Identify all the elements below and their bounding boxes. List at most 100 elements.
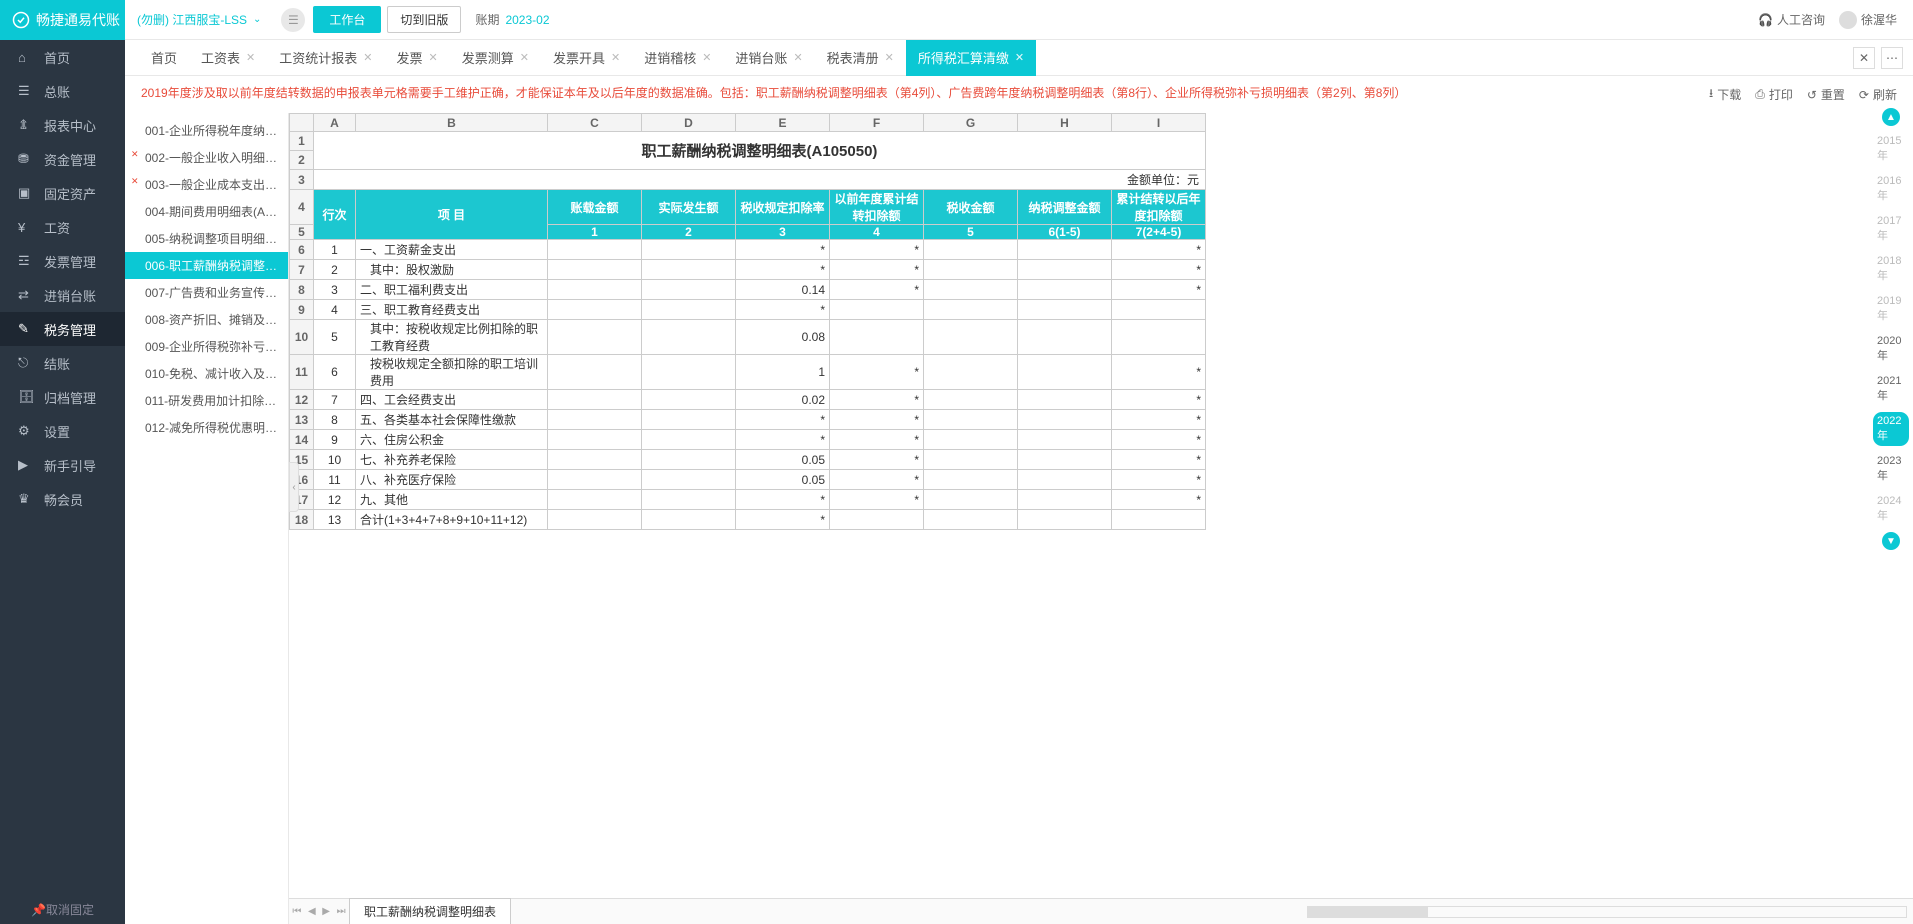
close-icon[interactable]: ✕ [702,51,711,64]
close-icon[interactable]: ✕ [885,51,894,64]
data-cell[interactable] [548,260,642,280]
year-2015年[interactable]: 2015年 [1873,132,1909,166]
org-selector[interactable]: (勿删) 江西服宝-LSS ⌄ [125,11,273,28]
data-cell[interactable] [548,410,642,430]
form-item-2[interactable]: 003-一般企业成本支出明细... [125,171,288,198]
data-cell[interactable] [924,280,1018,300]
item-cell[interactable]: 其中：股权激励 [356,260,548,280]
data-cell[interactable]: * [1112,470,1206,490]
year-2020年[interactable]: 2020年 [1873,332,1909,366]
data-cell[interactable] [924,430,1018,450]
data-cell[interactable]: * [736,430,830,450]
data-cell[interactable]: * [830,470,924,490]
data-cell[interactable] [924,510,1018,530]
tab-1[interactable]: 工资表✕ [189,40,267,76]
data-cell[interactable]: * [1112,280,1206,300]
item-cell[interactable]: 按税收规定全额扣除的职工培训费用 [356,355,548,390]
rank-cell[interactable]: 8 [314,410,356,430]
data-cell[interactable] [642,510,736,530]
item-cell[interactable]: 其中：按税收规定比例扣除的职工教育经费 [356,320,548,355]
data-cell[interactable]: * [1112,410,1206,430]
item-cell[interactable]: 九、其他 [356,490,548,510]
sidebar-item-4[interactable]: ▣固定资产 [0,176,125,210]
rank-cell[interactable]: 12 [314,490,356,510]
sidebar-item-13[interactable]: ♛畅会员 [0,482,125,516]
data-cell[interactable] [924,470,1018,490]
data-cell[interactable] [924,410,1018,430]
rank-cell[interactable]: 1 [314,240,356,260]
data-cell[interactable] [924,490,1018,510]
year-2024年[interactable]: 2024年 [1873,492,1909,526]
sidebar-item-8[interactable]: ✎税务管理 [0,312,125,346]
tab-2[interactable]: 工资统计报表✕ [267,40,384,76]
close-icon[interactable]: ✕ [429,51,438,64]
data-cell[interactable] [924,320,1018,355]
form-item-6[interactable]: 007-广告费和业务宣传费跨... [125,279,288,306]
tab-8[interactable]: 税表清册✕ [815,40,906,76]
data-cell[interactable] [548,320,642,355]
data-cell[interactable]: * [830,240,924,260]
sidebar-item-7[interactable]: ⇄进销台账 [0,278,125,312]
data-cell[interactable] [548,430,642,450]
data-cell[interactable]: * [1112,355,1206,390]
data-cell[interactable] [548,470,642,490]
data-cell[interactable] [1018,410,1112,430]
form-item-10[interactable]: 011-研发费用加计扣除优惠... [125,387,288,414]
data-cell[interactable] [1018,240,1112,260]
data-cell[interactable] [642,355,736,390]
data-cell[interactable]: 0.14 [736,280,830,300]
sidebar-item-12[interactable]: ▶新手引导 [0,448,125,482]
close-icon[interactable]: ✕ [246,51,255,64]
data-cell[interactable]: * [830,355,924,390]
year-down-icon[interactable]: ▼ [1882,532,1900,550]
data-cell[interactable] [1018,510,1112,530]
data-cell[interactable] [830,300,924,320]
data-cell[interactable]: * [1112,260,1206,280]
data-cell[interactable] [830,320,924,355]
year-2023年[interactable]: 2023年 [1873,452,1909,486]
tab-3[interactable]: 发票✕ [384,40,449,76]
data-cell[interactable] [924,355,1018,390]
refresh-button[interactable]: ⟳刷新 [1859,84,1897,105]
download-button[interactable]: ⭳下载 [1709,84,1741,105]
data-cell[interactable] [1018,430,1112,450]
data-cell[interactable] [642,490,736,510]
data-cell[interactable] [924,240,1018,260]
switch-old-button[interactable]: 切到旧版 [387,6,461,33]
data-cell[interactable] [1018,390,1112,410]
sidebar-item-2[interactable]: ⇭报表中心 [0,108,125,142]
rank-cell[interactable]: 4 [314,300,356,320]
data-cell[interactable] [642,390,736,410]
form-item-3[interactable]: 004-期间费用明细表(A1040... [125,198,288,225]
rank-cell[interactable]: 11 [314,470,356,490]
data-cell[interactable]: * [1112,240,1206,260]
item-cell[interactable]: 一、工资薪金支出 [356,240,548,260]
data-cell[interactable] [642,450,736,470]
sheet-nav-first-icon[interactable]: ⏮ [292,906,301,917]
tab-close-all-button[interactable]: ✕ [1853,47,1875,69]
data-cell[interactable] [830,510,924,530]
form-item-0[interactable]: 001-企业所得税年度纳税申... [125,117,288,144]
item-cell[interactable]: 二、职工福利费支出 [356,280,548,300]
data-cell[interactable] [548,280,642,300]
sheet-nav-next-icon[interactable]: ▶ [322,906,330,917]
print-button[interactable]: ⎙打印 [1755,84,1793,105]
data-cell[interactable]: * [830,450,924,470]
sidebar-item-1[interactable]: ☰总账 [0,74,125,108]
data-cell[interactable]: * [830,260,924,280]
form-item-5[interactable]: 006-职工薪酬纳税调整明细... [125,252,288,279]
rank-cell[interactable]: 7 [314,390,356,410]
data-cell[interactable] [642,430,736,450]
data-cell[interactable] [548,490,642,510]
sheet-nav-last-icon[interactable]: ⏭ [337,906,346,917]
tab-more-button[interactable]: ⋯ [1881,47,1903,69]
tab-9[interactable]: 所得税汇算清缴✕ [906,40,1036,76]
tab-7[interactable]: 进销台账✕ [723,40,814,76]
data-cell[interactable]: * [830,410,924,430]
data-cell[interactable] [1018,450,1112,470]
year-2022年[interactable]: 2022年 [1873,412,1909,446]
data-cell[interactable] [642,320,736,355]
item-cell[interactable]: 七、补充养老保险 [356,450,548,470]
log-icon-button[interactable]: ☰ [281,8,305,32]
data-cell[interactable] [1112,300,1206,320]
